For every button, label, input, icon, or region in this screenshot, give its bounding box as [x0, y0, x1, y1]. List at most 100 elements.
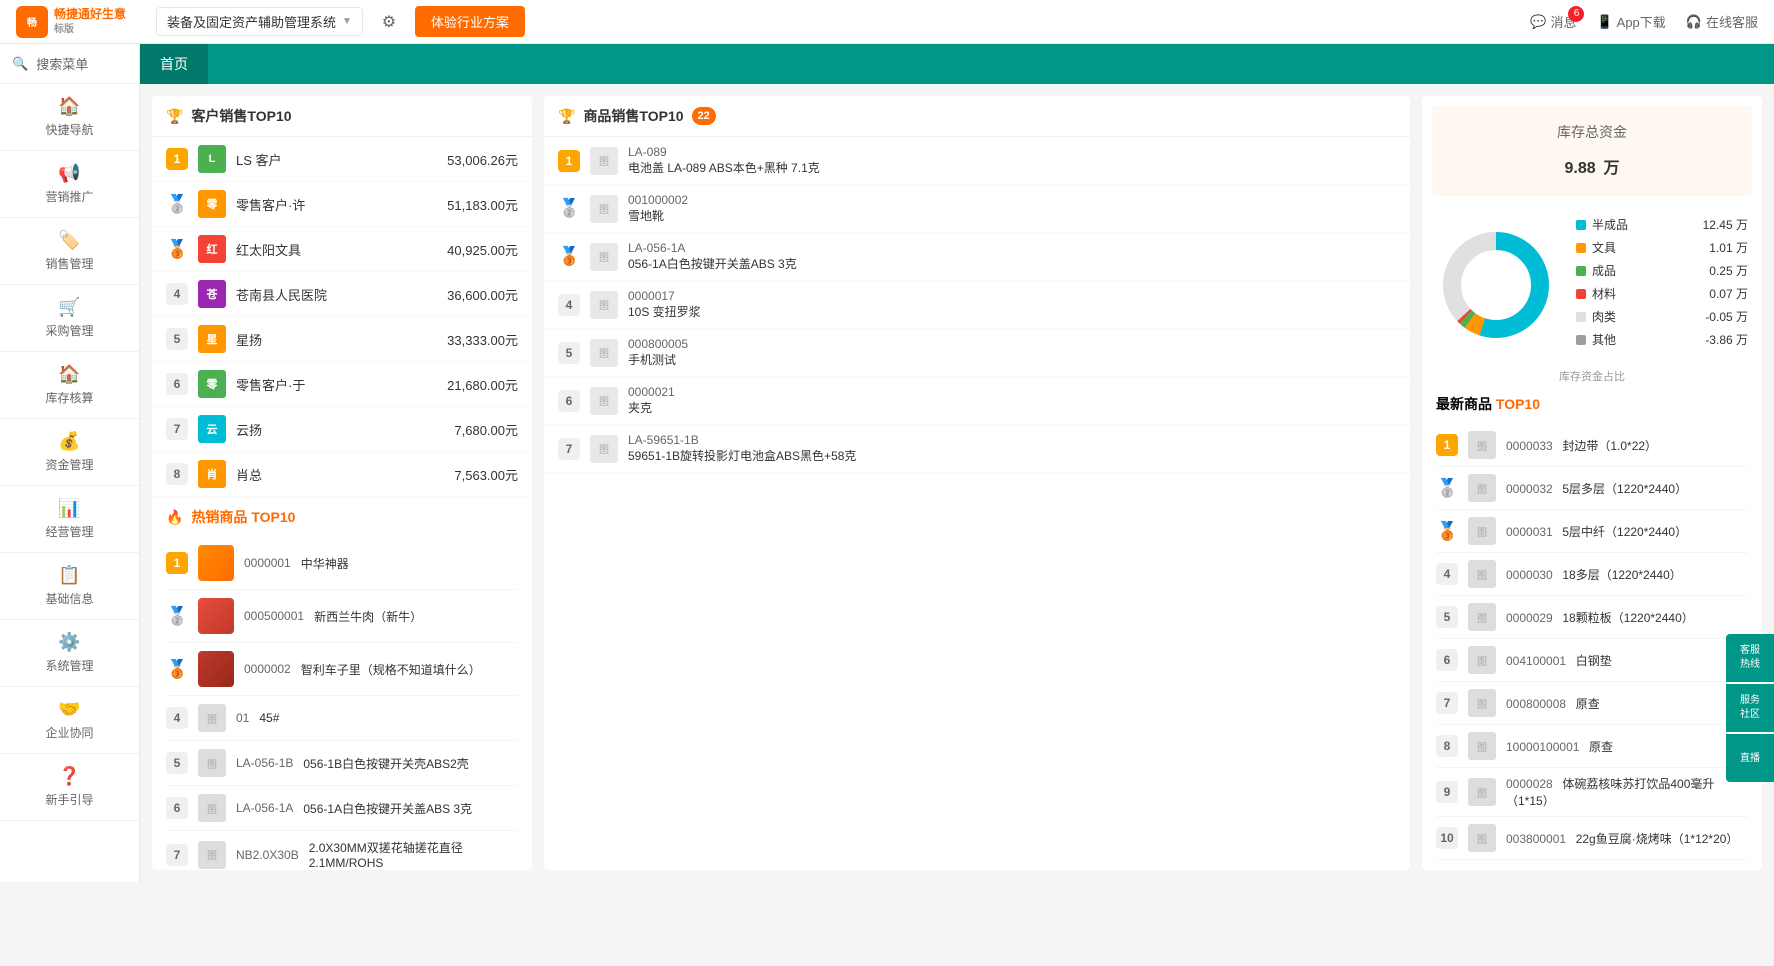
collab-icon: 🤝 [58, 699, 80, 720]
sidebar-item-quick-nav[interactable]: 🏠 快捷导航 [0, 84, 139, 151]
customer-name-2: 零售客户·许 [236, 195, 437, 214]
rank-item-3[interactable]: 🥉 红 红太阳文具 40,925.00元 [152, 227, 532, 272]
latest-item-4[interactable]: 4 图 0000030 18多层（1220*2440） [1436, 553, 1748, 596]
hot-product-code-3: 0000002 [244, 662, 291, 676]
rank-item-5[interactable]: 5 星 星扬 33,333.00元 [152, 317, 532, 362]
hot-product-img-6: 图 [198, 794, 226, 822]
system-select[interactable]: 装备及固定资产辅助管理系统 ▼ [156, 7, 363, 36]
prod-img-6: 图 [590, 387, 618, 415]
hot-product-img-1 [198, 545, 234, 581]
sidebar-item-finance[interactable]: 💰 资金管理 [0, 419, 139, 486]
latest-products-header: 最新商品 TOP10 [1436, 394, 1748, 414]
legend-dot-semifinished [1576, 220, 1586, 230]
latest-item-6[interactable]: 6 图 004100001 白钢垫 [1436, 639, 1748, 682]
settings-button[interactable]: ⚙ [375, 8, 403, 36]
prod-rank-item-5[interactable]: 5 图 000800005 手机测试 [544, 329, 1410, 377]
sidebar-item-guide[interactable]: ❓ 新手引导 [0, 754, 139, 821]
rank-medal-2: 🥈 [166, 194, 188, 215]
finance-icon: 💰 [58, 431, 80, 452]
latest-item-8[interactable]: 8 图 10000100001 原查 [1436, 725, 1748, 768]
latest-item-2[interactable]: 🥈 图 0000032 5层多层（1220*2440） [1436, 467, 1748, 510]
sidebar-item-system[interactable]: ⚙️ 系统管理 [0, 620, 139, 687]
rank-item-7[interactable]: 7 云 云扬 7,680.00元 [152, 407, 532, 452]
legend-item-meat: 肉类 -0.05 万 [1576, 308, 1748, 325]
customer-service-hotline-button[interactable]: 客服 热线 [1726, 634, 1774, 682]
prod-rank-item-7[interactable]: 7 图 LA-59651-1B 59651-1B旋转投影灯电池盒ABS黑色+58… [544, 425, 1410, 473]
customer-amount-2: 51,183.00元 [447, 195, 518, 214]
right-panel: 库存总资金 9.88 万 [1422, 96, 1762, 870]
live-stream-button[interactable]: 直播 [1726, 734, 1774, 782]
prod-rank-item-6[interactable]: 6 图 0000021 夹克 [544, 377, 1410, 425]
latest-item-5[interactable]: 5 图 0000029 18颗粒板（1220*2440） [1436, 596, 1748, 639]
latest-img-10: 图 [1468, 824, 1496, 852]
rank-item-1[interactable]: 1 L LS 客户 53,006.26元 [152, 137, 532, 182]
latest-info-7: 000800008 原查 [1506, 695, 1748, 712]
customer-amount-3: 40,925.00元 [447, 240, 518, 259]
sidebar-item-purchase[interactable]: 🛒 采购管理 [0, 285, 139, 352]
latest-info-8: 10000100001 原查 [1506, 738, 1748, 755]
hot-product-5[interactable]: 5 图 LA-056-1B 056-1B白色按键开关壳ABS2壳 [166, 741, 518, 786]
latest-item-10[interactable]: 10 图 003800001 22g鱼豆腐·烧烤味（1*12*20） [1436, 817, 1748, 860]
trial-button[interactable]: 体验行业方案 [415, 6, 525, 37]
hot-product-code-6: LA-056-1A [236, 801, 293, 815]
hot-product-code-5: LA-056-1B [236, 756, 293, 770]
rank-num-5: 5 [166, 328, 188, 350]
logo-area: 畅 畅捷通好生意 标版 [16, 6, 156, 38]
service-community-button[interactable]: 服务 社区 [1726, 684, 1774, 732]
rank-item-8[interactable]: 8 肖 肖总 7,563.00元 [152, 452, 532, 497]
latest-item-1[interactable]: 1 图 0000033 封边带（1.0*22） [1436, 424, 1748, 467]
operations-icon: 📊 [58, 498, 80, 519]
sidebar-item-sales[interactable]: 🏷️ 销售管理 [0, 218, 139, 285]
hot-product-img-3 [198, 651, 234, 687]
basics-icon: 📋 [58, 565, 80, 586]
prod-rank-item-1[interactable]: 1 图 LA-089 电池盖 LA-089 ABS本色+黑种 7.1克 [544, 137, 1410, 185]
latest-info-10: 003800001 22g鱼豆腐·烧烤味（1*12*20） [1506, 830, 1748, 847]
prod-info-2: 001000002 雪地靴 [628, 193, 1396, 224]
sidebar-item-operations[interactable]: 📊 经营管理 [0, 486, 139, 553]
tab-home[interactable]: 首页 [140, 44, 208, 84]
hot-product-name-2: 新西兰牛肉（新牛） [314, 608, 518, 625]
sidebar-item-inventory[interactable]: 🏠 库存核算 [0, 352, 139, 419]
search-menu-item[interactable]: 🔍 搜索菜单 [0, 44, 139, 84]
customer-name-4: 苍南县人民医院 [236, 285, 437, 304]
rank-item-2[interactable]: 🥈 零 零售客户·许 51,183.00元 [152, 182, 532, 227]
product-ranking-header: 🏆 商品销售TOP10 22 [544, 96, 1410, 137]
hot-product-img-5: 图 [198, 749, 226, 777]
prod-rank-item-4[interactable]: 4 图 0000017 10S 变扭罗浆 [544, 281, 1410, 329]
latest-img-4: 图 [1468, 560, 1496, 588]
float-buttons: 客服 热线 服务 社区 直播 [1726, 634, 1774, 782]
marketing-icon: 📢 [58, 163, 80, 184]
sidebar-item-collab[interactable]: 🤝 企业协同 [0, 687, 139, 754]
main-content: 🏆 客户销售TOP10 1 L LS 客户 53,006.26元 🥈 零 零售客… [140, 84, 1774, 882]
rank-item-4[interactable]: 4 苍 苍南县人民医院 36,600.00元 [152, 272, 532, 317]
latest-item-9[interactable]: 9 图 0000028 体碗荔核味苏打饮品400毫升（1*15） [1436, 768, 1748, 817]
hot-product-2[interactable]: 🥈 000500001 新西兰牛肉（新牛） [166, 590, 518, 643]
customer-name-5: 星扬 [236, 330, 437, 349]
hot-product-1[interactable]: 1 0000001 中华神器 [166, 537, 518, 590]
legend-dot-other [1576, 335, 1586, 345]
legend-dot-finished [1576, 266, 1586, 276]
trophy-icon-2: 🏆 [558, 108, 575, 125]
customer-avatar-4: 苍 [198, 280, 226, 308]
sidebar-item-marketing[interactable]: 📢 营销推广 [0, 151, 139, 218]
latest-item-3[interactable]: 🥉 图 0000031 5层中纤（1220*2440） [1436, 510, 1748, 553]
search-icon: 🔍 [12, 56, 28, 72]
prod-rank-item-2[interactable]: 🥈 图 001000002 雪地靴 [544, 185, 1410, 233]
customer-service-button[interactable]: 🎧 在线客服 [1686, 12, 1758, 31]
hot-product-4[interactable]: 4 图 01 45# [166, 696, 518, 741]
prod-rank-item-3[interactable]: 🥉 图 LA-056-1A 056-1A白色按键开关盖ABS 3克 [544, 233, 1410, 281]
hot-rank-5: 5 [166, 752, 188, 774]
hot-product-6[interactable]: 6 图 LA-056-1A 056-1A白色按键开关盖ABS 3克 [166, 786, 518, 831]
rank-item-6[interactable]: 6 零 零售客户·于 21,680.00元 [152, 362, 532, 407]
hot-product-img-4: 图 [198, 704, 226, 732]
sales-icon: 🏷️ [58, 230, 80, 251]
hot-products-header: 🔥 热销商品 TOP10 [166, 507, 518, 527]
sidebar-item-basics[interactable]: 📋 基础信息 [0, 553, 139, 620]
prod-rank-medal-3: 🥉 [558, 246, 580, 267]
latest-info-4: 0000030 18多层（1220*2440） [1506, 566, 1748, 583]
hot-product-7[interactable]: 7 图 NB2.0X30B 2.0X30MM双搓花轴搓花直径2.1MM/ROHS [166, 831, 518, 870]
latest-item-7[interactable]: 7 图 000800008 原查 [1436, 682, 1748, 725]
message-button[interactable]: 💬 消息 6 [1530, 12, 1576, 31]
hot-product-3[interactable]: 🥉 0000002 智利车子里（规格不知道填什么） [166, 643, 518, 696]
app-download-button[interactable]: 📱 App下载 [1596, 12, 1665, 31]
